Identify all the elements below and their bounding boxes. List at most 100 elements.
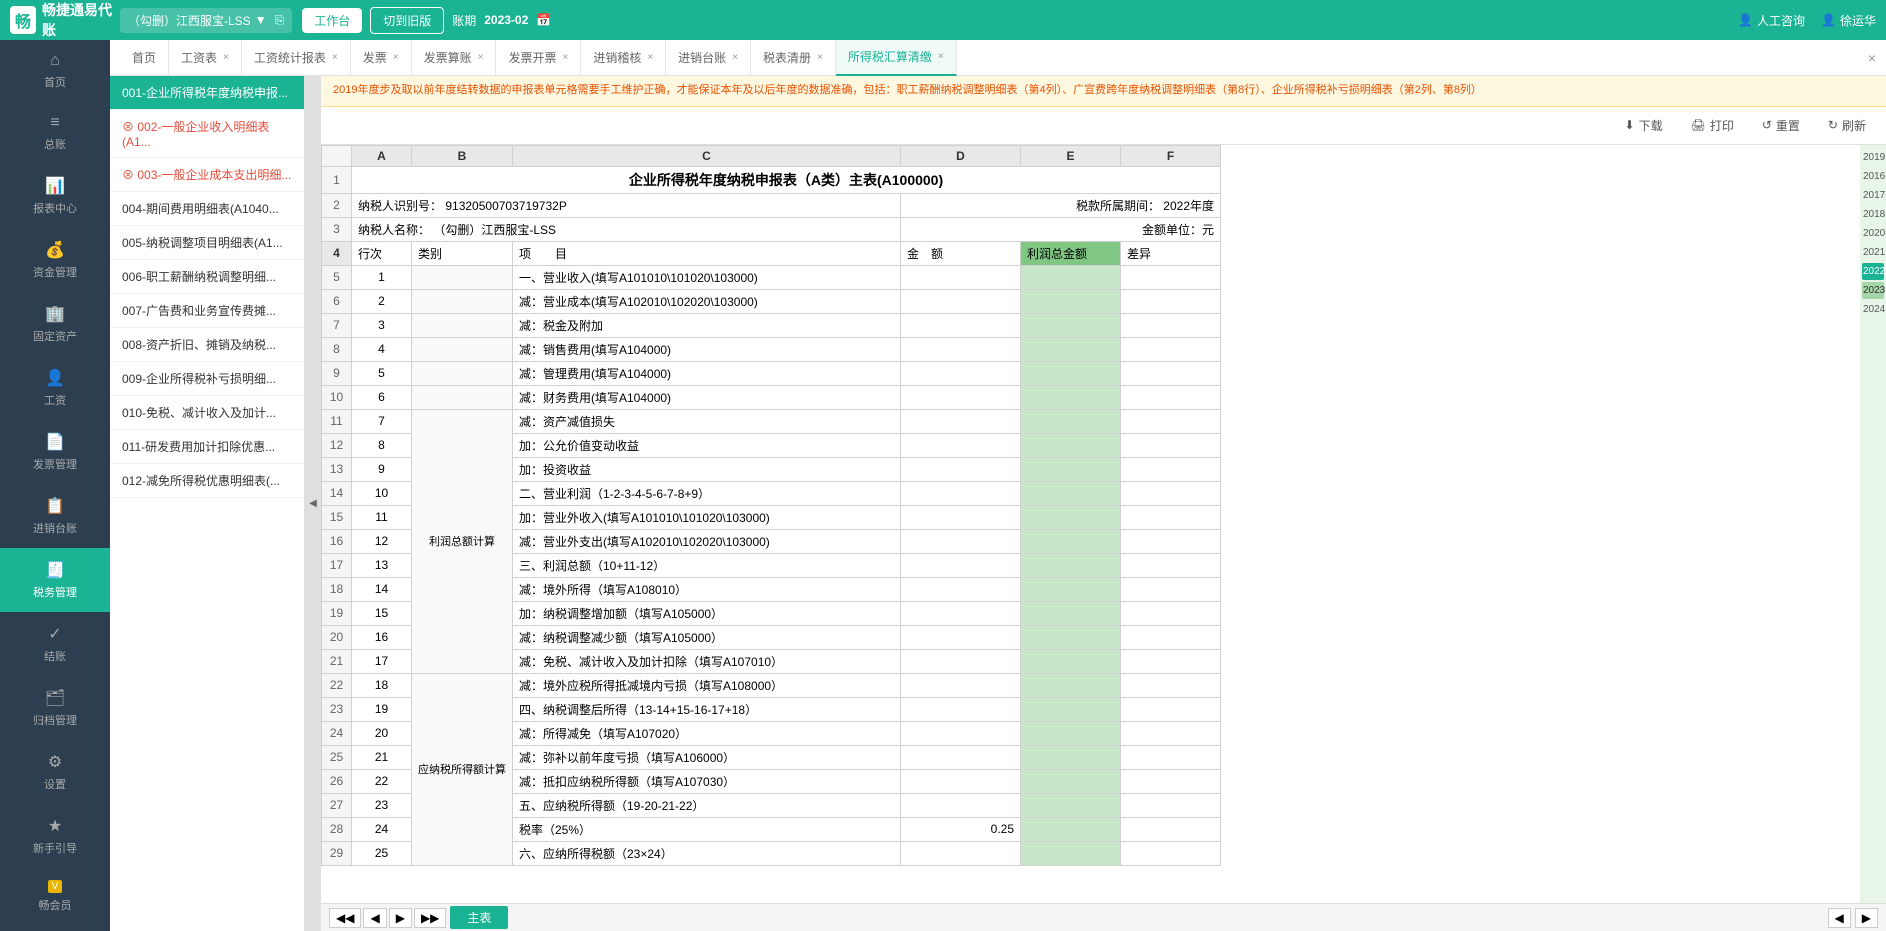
year-item-2017[interactable]: 2017 (1862, 187, 1884, 204)
report-icon: 📊 (45, 176, 65, 196)
close-icon[interactable]: × (478, 52, 484, 63)
year-item-2020[interactable]: 2020 (1862, 225, 1884, 242)
user-icon: 👤 (1821, 13, 1836, 27)
customer-service[interactable]: 👤 人工咨询 (1738, 12, 1805, 29)
workspace-button[interactable]: 工作台 (302, 8, 362, 33)
col-header-a: A (352, 145, 412, 166)
sheet-nav-left[interactable]: ◀ (363, 908, 386, 928)
close-icon[interactable]: × (647, 52, 653, 63)
year-item-2024[interactable]: 2024 (1862, 301, 1884, 318)
close-icon[interactable]: × (562, 52, 568, 63)
close-icon[interactable]: × (938, 51, 944, 62)
company-selector[interactable]: （勾删）江西服宝-LSS ▼ ⎘ (120, 8, 292, 33)
row-number: 29 (322, 841, 352, 865)
sheet-tab-main[interactable]: 主表 (450, 906, 508, 929)
sidebar-item-member[interactable]: V 畅会员 (0, 868, 110, 925)
sidebar-item-fixed-assets[interactable]: 🏢 固定资产 (0, 292, 110, 356)
sidebar-item-settings[interactable]: ⚙ 设置 (0, 740, 110, 804)
left-panel-item-002[interactable]: 002-一般企业收入明细表(A1... (110, 110, 304, 158)
close-icon[interactable]: × (732, 52, 738, 63)
table-title: 企业所得税年度纳税申报表（A类）主表(A100000) (352, 166, 1221, 193)
close-icon[interactable]: × (332, 52, 338, 63)
sidebar-item-home[interactable]: ⌂ 首页 (0, 40, 110, 102)
sidebar-item-tax-mgmt[interactable]: 🧾 税务管理 (0, 548, 110, 612)
tab-sales-ledger[interactable]: 进销台账 × (666, 40, 751, 76)
tab-invoice[interactable]: 发票 × (351, 40, 412, 76)
line-cell: 25 (352, 841, 412, 865)
close-icon[interactable]: × (223, 52, 229, 63)
item-cell: 加：投资收益 (513, 457, 901, 481)
inner-content: 001-企业所得税年度纳税申报... 002-一般企业收入明细表(A1... 0… (110, 76, 1886, 931)
col-header-e: E (1021, 145, 1121, 166)
left-panel-item-005[interactable]: 005-纳税调整项目明细表(A1... (110, 226, 304, 260)
close-icon[interactable]: × (817, 52, 823, 63)
print-button[interactable]: 🖨 打印 (1683, 113, 1742, 138)
left-panel-item-004[interactable]: 004-期间费用明细表(A1040... (110, 192, 304, 226)
tab-sales-audit[interactable]: 进销稽核 × (581, 40, 666, 76)
left-panel-item-001[interactable]: 001-企业所得税年度纳税申报... (110, 76, 304, 110)
scroll-left-button[interactable]: ◀ (1828, 908, 1851, 928)
left-panel-item-012[interactable]: 012-减免所得税优惠明细表(... (110, 464, 304, 498)
year-item-2021[interactable]: 2021 (1862, 244, 1884, 261)
sidebar-item-report[interactable]: 📊 报表中心 (0, 164, 110, 228)
spreadsheet-container[interactable]: A B C D E F 1 企业所得税年度纳税申报表（A类）主表(A100000… (321, 145, 1860, 903)
year-item-2018[interactable]: 2018 (1862, 206, 1884, 223)
tab-home[interactable]: 首页 (120, 40, 169, 76)
member-icon: V (48, 880, 63, 893)
period-value: 2023-02 (484, 13, 528, 27)
sheet-nav-next[interactable]: ▶▶ (414, 908, 446, 928)
close-icon[interactable]: × (393, 52, 399, 63)
collapse-panel-button[interactable]: ◀ (305, 76, 321, 931)
close-all-tabs[interactable]: × (1868, 50, 1876, 66)
left-panel-item-003[interactable]: 003-一般企业成本支出明细... (110, 158, 304, 192)
sidebar-item-sales-ledger[interactable]: 📋 进销台账 (0, 484, 110, 548)
sales-icon: 📋 (45, 496, 65, 516)
sidebar-item-payroll[interactable]: 👤 工资 (0, 356, 110, 420)
line-cell: 24 (352, 817, 412, 841)
diff-cell (1121, 433, 1221, 457)
refresh-button[interactable]: ↻ 刷新 (1820, 113, 1874, 138)
user-info[interactable]: 👤 徐运华 (1821, 12, 1876, 29)
sidebar-item-asset-mgmt[interactable]: 💰 资金管理 (0, 228, 110, 292)
tab-income-tax[interactable]: 所得税汇算清缴 × (836, 40, 957, 76)
tab-tax-list[interactable]: 税表清册 × (751, 40, 836, 76)
sidebar-item-guide[interactable]: ★ 新手引导 (0, 804, 110, 868)
line-cell: 21 (352, 745, 412, 769)
scroll-right-button[interactable]: ▶ (1855, 908, 1878, 928)
left-panel-item-007[interactable]: 007-广告费和业务宣传费摊... (110, 294, 304, 328)
item-cell: 减：营业成本(填写A102010\102020\103000) (513, 289, 901, 313)
tab-invoice-open[interactable]: 发票开票 × (496, 40, 581, 76)
download-button[interactable]: ⬇ 下载 (1617, 113, 1671, 138)
sheet-nav-prev[interactable]: ◀◀ (329, 908, 361, 928)
left-panel-item-011[interactable]: 011-研发费用加计扣除优惠... (110, 430, 304, 464)
left-panel-item-009[interactable]: 009-企业所得税补亏损明细... (110, 362, 304, 396)
tab-invoice-calc[interactable]: 发票算账 × (412, 40, 497, 76)
left-panel-item-006[interactable]: 006-职工薪酬纳税调整明细... (110, 260, 304, 294)
left-panel-item-008[interactable]: 008-资产折旧、摊销及纳税... (110, 328, 304, 362)
profit-cell (1021, 649, 1121, 673)
year-item-2023[interactable]: 2023 (1862, 282, 1884, 299)
sidebar-item-ledger[interactable]: ≡ 总账 (0, 102, 110, 164)
row-number: 28 (322, 817, 352, 841)
tab-payroll[interactable]: 工资表 × (169, 40, 242, 76)
year-item-2016[interactable]: 2016 (1862, 168, 1884, 185)
sidebar-item-invoice[interactable]: 📄 发票管理 (0, 420, 110, 484)
sidebar-item-settlement[interactable]: ✓ 结账 (0, 612, 110, 676)
left-panel-item-010[interactable]: 010-免税、减计收入及加计... (110, 396, 304, 430)
warning-bar: 2019年度步及取以前年度结转数据的申报表单元格需要手工维护正确，才能保证本年及… (321, 76, 1886, 107)
diff-cell (1121, 769, 1221, 793)
reset-button[interactable]: ↺ 重置 (1754, 113, 1808, 138)
year-item-2022[interactable]: 2022 (1862, 263, 1884, 280)
company-label: （勾删）江西服宝-LSS (128, 12, 251, 29)
sidebar-item-archive[interactable]: 🗂 归档管理 (0, 676, 110, 740)
calendar-icon[interactable]: 📅 (536, 13, 551, 27)
archive-icon: 🗂 (45, 688, 65, 708)
chevron-down-icon: ▼ (255, 13, 267, 27)
sheet-nav-right[interactable]: ▶ (389, 908, 412, 928)
cutover-button[interactable]: 切到旧版 (370, 7, 444, 34)
year-item-2019[interactable]: 2019 (1862, 149, 1884, 166)
table-body: 51一、营业收入(填写A101010\101020\103000)62减：营业成… (322, 265, 1221, 865)
tab-payroll-stats[interactable]: 工资统计报表 × (242, 40, 351, 76)
home-icon: ⌂ (50, 52, 60, 70)
pin-button[interactable]: 📌 取消固定 (0, 925, 110, 931)
